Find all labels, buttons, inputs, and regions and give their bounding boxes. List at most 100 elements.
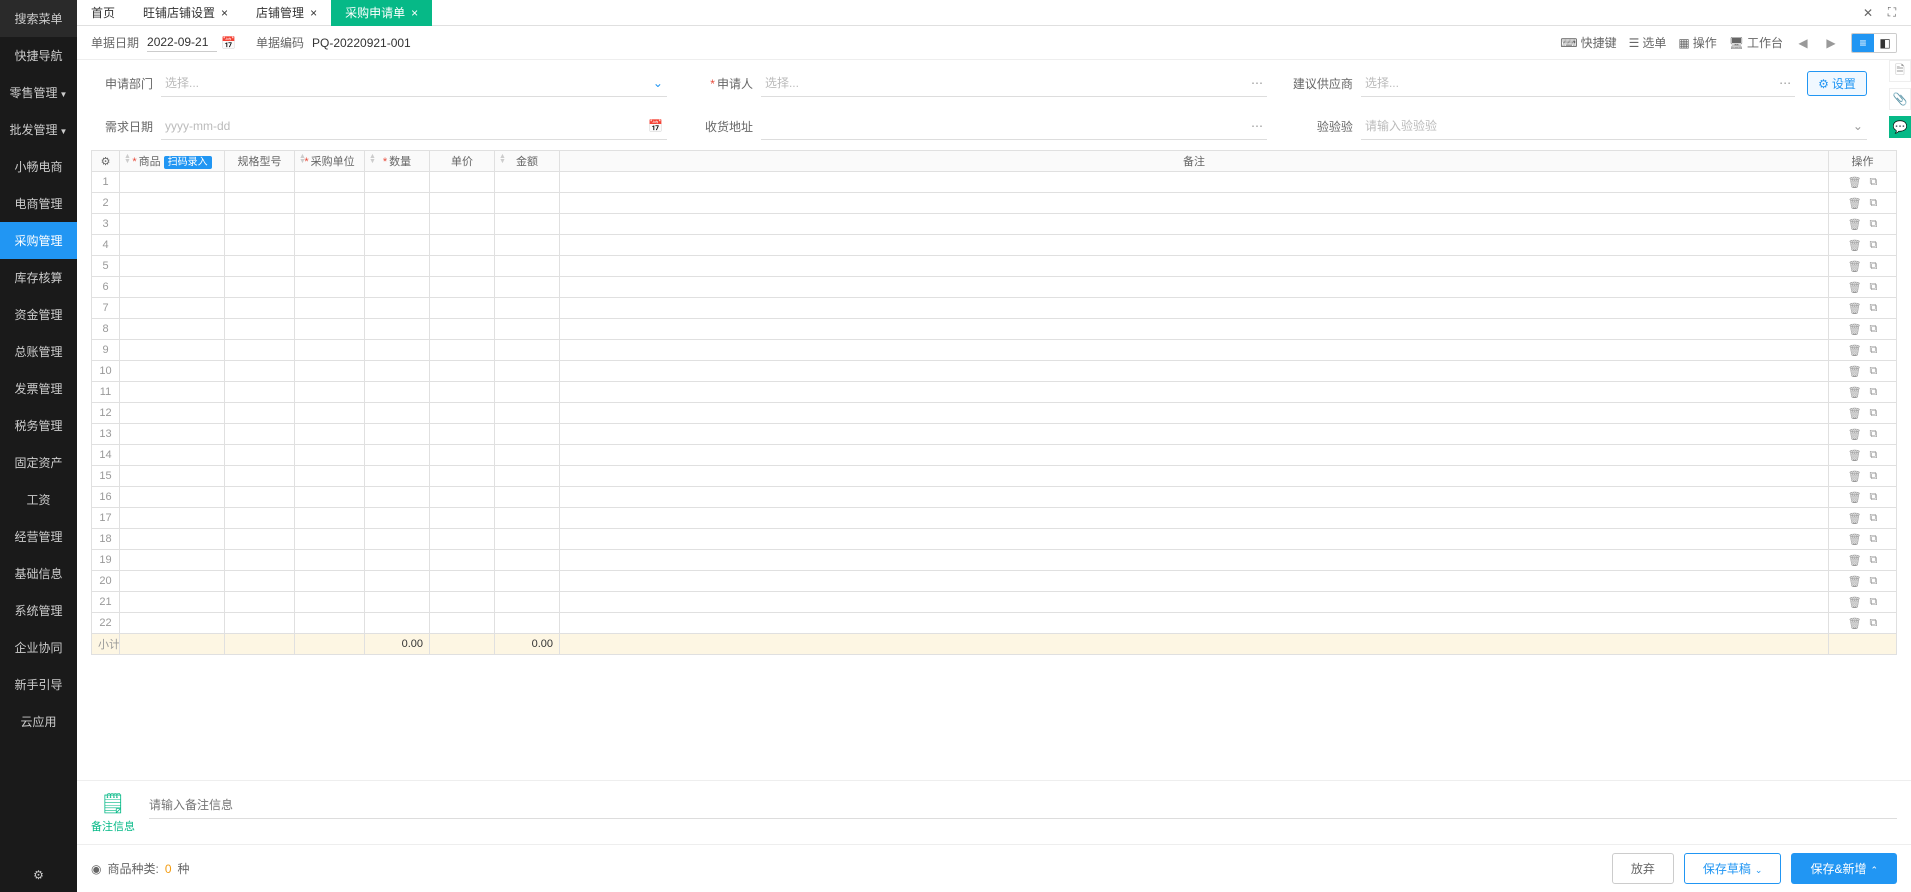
table-row[interactable]: 12🗑⧉ [92, 403, 1897, 424]
shortcut-btn[interactable]: ⌨快捷键 [1560, 34, 1616, 51]
sidebar-item-17[interactable]: 企业协同 [0, 629, 77, 666]
table-row[interactable]: 1🗑⧉ [92, 172, 1897, 193]
delete-icon[interactable]: 🗑 [1848, 239, 1862, 252]
save-new-button[interactable]: 保存&新增⌃ [1791, 853, 1897, 884]
delete-icon[interactable]: 🗑 [1848, 449, 1862, 462]
tab-1[interactable]: 旺铺店铺设置× [129, 0, 242, 26]
sidebar-item-1[interactable]: 快捷导航 [0, 37, 77, 74]
delete-icon[interactable]: 🗑 [1848, 386, 1862, 399]
table-row[interactable]: 13🗑⧉ [92, 424, 1897, 445]
sidebar-item-4[interactable]: 小畅电商 [0, 148, 77, 185]
reqdate-input[interactable] [161, 113, 644, 139]
sidebar-item-10[interactable]: 发票管理 [0, 370, 77, 407]
copy-icon[interactable]: ⧉ [1870, 344, 1878, 357]
copy-icon[interactable]: ⧉ [1870, 281, 1878, 294]
table-row[interactable]: 6🗑⧉ [92, 277, 1897, 298]
remarks-input[interactable] [149, 791, 1897, 819]
applicant-input[interactable] [761, 70, 1247, 96]
copy-icon[interactable]: ⧉ [1870, 617, 1878, 630]
copy-icon[interactable]: ⧉ [1870, 260, 1878, 273]
copy-icon[interactable]: ⧉ [1870, 470, 1878, 483]
sidebar-item-2[interactable]: 零售管理▼ [0, 74, 77, 111]
more-icon[interactable]: ⋯ [1775, 76, 1795, 90]
delete-icon[interactable]: 🗑 [1848, 554, 1862, 567]
sidebar-item-12[interactable]: 固定资产 [0, 444, 77, 481]
sidebar-item-14[interactable]: 经营管理 [0, 518, 77, 555]
sidebar-item-11[interactable]: 税务管理 [0, 407, 77, 444]
remarks-toggle[interactable]: 🗒 备注信息 [91, 791, 135, 834]
table-row[interactable]: 15🗑⧉ [92, 466, 1897, 487]
copy-icon[interactable]: ⧉ [1870, 533, 1878, 546]
radio-icon[interactable]: ◉ [91, 862, 101, 876]
gear-col[interactable]: ⚙ [92, 151, 120, 172]
rail-attach-icon[interactable]: 📎 [1889, 88, 1911, 110]
tab-0[interactable]: 首页 [77, 0, 129, 26]
tab-3[interactable]: 采购申请单× [331, 0, 432, 26]
next-icon[interactable]: ▶ [1823, 36, 1839, 50]
delete-icon[interactable]: 🗑 [1848, 470, 1862, 483]
copy-icon[interactable]: ⧉ [1870, 176, 1878, 189]
amount-header[interactable]: ▲▼金额 [495, 151, 560, 172]
table-row[interactable]: 7🗑⧉ [92, 298, 1897, 319]
table-row[interactable]: 2🗑⧉ [92, 193, 1897, 214]
sidebar-item-13[interactable]: 工资 [0, 481, 77, 518]
rail-doc-icon[interactable]: 🗎 [1889, 60, 1911, 82]
delete-icon[interactable]: 🗑 [1848, 617, 1862, 630]
sidebar-item-8[interactable]: 资金管理 [0, 296, 77, 333]
copy-icon[interactable]: ⧉ [1870, 323, 1878, 336]
delete-icon[interactable]: 🗑 [1848, 365, 1862, 378]
sidebar-item-3[interactable]: 批发管理▼ [0, 111, 77, 148]
tab-2[interactable]: 店铺管理× [242, 0, 331, 26]
table-row[interactable]: 4🗑⧉ [92, 235, 1897, 256]
rail-chat-icon[interactable]: 💬 [1889, 116, 1911, 138]
table-row[interactable]: 17🗑⧉ [92, 508, 1897, 529]
copy-icon[interactable]: ⧉ [1870, 575, 1878, 588]
copy-icon[interactable]: ⧉ [1870, 239, 1878, 252]
delete-icon[interactable]: 🗑 [1848, 533, 1862, 546]
table-row[interactable]: 8🗑⧉ [92, 319, 1897, 340]
sidebar-item-7[interactable]: 库存核算 [0, 259, 77, 296]
copy-icon[interactable]: ⧉ [1870, 365, 1878, 378]
sidebar-item-19[interactable]: 云应用 [0, 703, 77, 740]
shipaddr-input[interactable] [761, 113, 1247, 139]
calendar-icon[interactable]: 📅 [221, 36, 236, 50]
table-row[interactable]: 21🗑⧉ [92, 592, 1897, 613]
abandon-button[interactable]: 放弃 [1612, 853, 1674, 884]
table-row[interactable]: 20🗑⧉ [92, 571, 1897, 592]
table-row[interactable]: 19🗑⧉ [92, 550, 1897, 571]
dept-input[interactable] [161, 70, 649, 96]
qty-header[interactable]: ▲▼*数量 [365, 151, 430, 172]
delete-icon[interactable]: 🗑 [1848, 575, 1862, 588]
close-icon[interactable]: ✕ [1859, 4, 1877, 22]
chevron-down-icon[interactable]: ⌄ [1849, 119, 1867, 133]
remark-header[interactable]: 备注 [560, 151, 1829, 172]
copy-icon[interactable]: ⧉ [1870, 302, 1878, 315]
copy-icon[interactable]: ⧉ [1870, 386, 1878, 399]
spec-header[interactable]: 规格型号 [225, 151, 295, 172]
sidebar-item-0[interactable]: 搜索菜单 [0, 0, 77, 37]
delete-icon[interactable]: 🗑 [1848, 176, 1862, 189]
close-icon[interactable]: × [411, 0, 418, 26]
table-row[interactable]: 5🗑⧉ [92, 256, 1897, 277]
delete-icon[interactable]: 🗑 [1848, 302, 1862, 315]
table-row[interactable]: 22🗑⧉ [92, 613, 1897, 634]
delete-icon[interactable]: 🗑 [1848, 218, 1862, 231]
delete-icon[interactable]: 🗑 [1848, 197, 1862, 210]
view-card-btn[interactable]: ◧ [1874, 34, 1896, 52]
fullscreen-icon[interactable]: ⛶ [1883, 4, 1901, 22]
copy-icon[interactable]: ⧉ [1870, 197, 1878, 210]
table-row[interactable]: 10🗑⧉ [92, 361, 1897, 382]
delete-icon[interactable]: 🗑 [1848, 260, 1862, 273]
table-row[interactable]: 9🗑⧉ [92, 340, 1897, 361]
copy-icon[interactable]: ⧉ [1870, 596, 1878, 609]
copy-icon[interactable]: ⧉ [1870, 428, 1878, 441]
table-row[interactable]: 14🗑⧉ [92, 445, 1897, 466]
date-value[interactable]: 2022-09-21 [147, 33, 217, 52]
prev-icon[interactable]: ◀ [1795, 36, 1811, 50]
save-draft-button[interactable]: 保存草稿⌄ [1684, 853, 1782, 884]
copy-icon[interactable]: ⧉ [1870, 554, 1878, 567]
workbench-btn[interactable]: 🖥工作台 [1729, 34, 1783, 51]
copy-icon[interactable]: ⧉ [1870, 512, 1878, 525]
table-row[interactable]: 3🗑⧉ [92, 214, 1897, 235]
delete-icon[interactable]: 🗑 [1848, 596, 1862, 609]
